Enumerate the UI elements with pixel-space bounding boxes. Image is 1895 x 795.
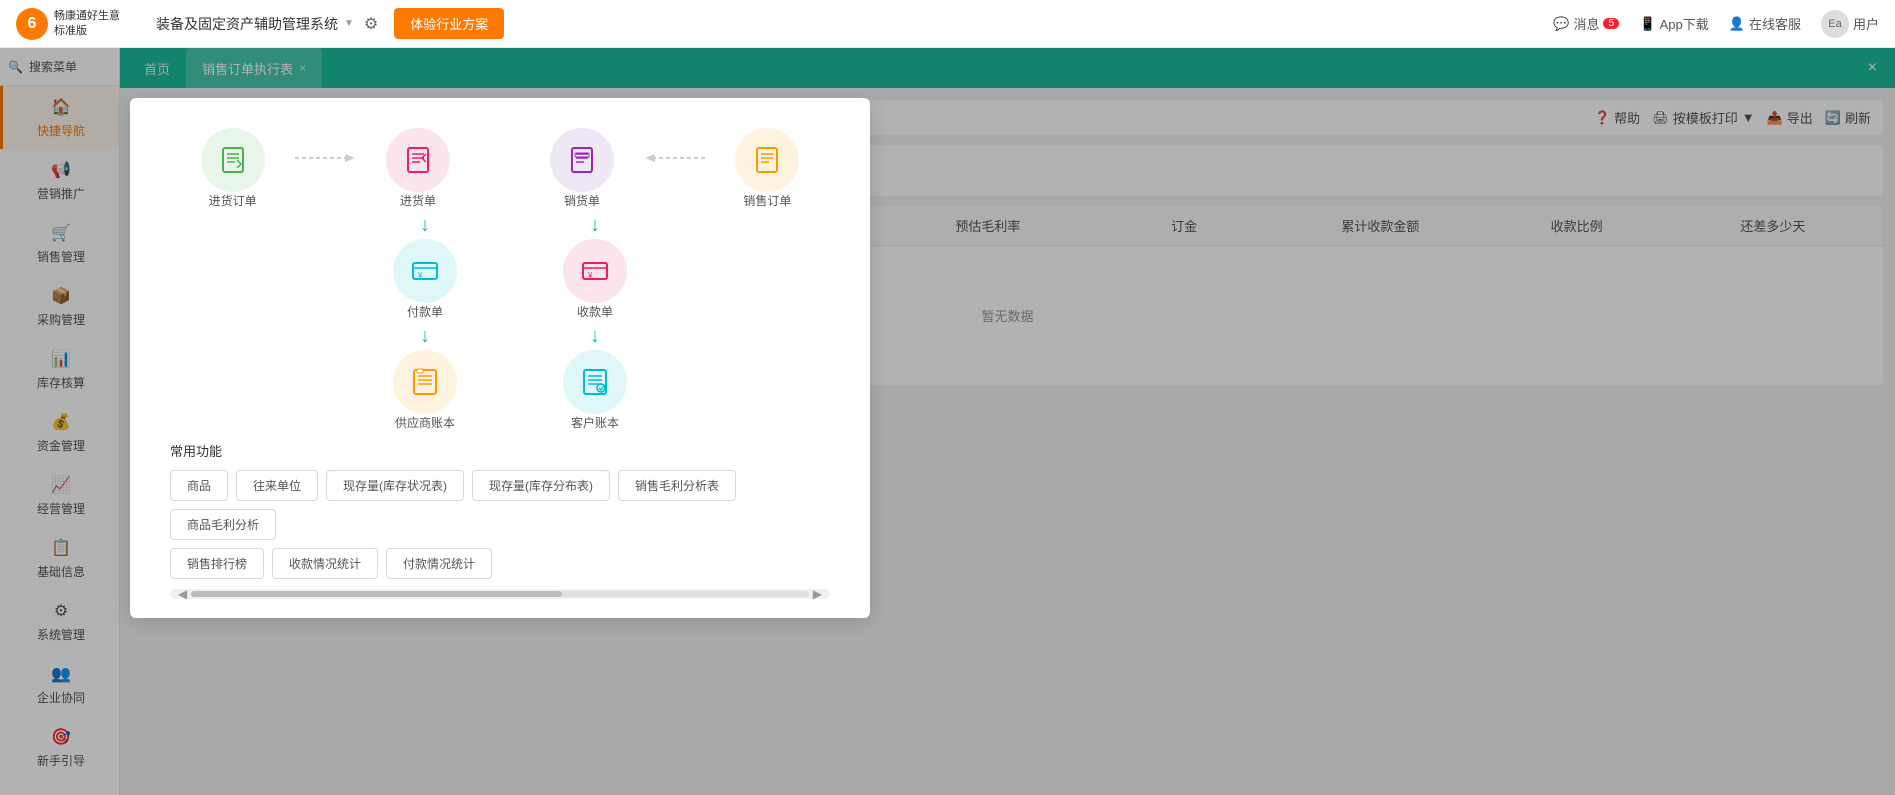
purchase-order-icon [217, 144, 249, 176]
flow-arrow-2 [645, 151, 705, 187]
system-title: 装备及固定资产辅助管理系统 ▼ [156, 14, 354, 34]
modal-scrollbar: ◀ ▶ [170, 589, 830, 599]
service-icon: 👤 [1729, 16, 1745, 32]
flow-node-payment: ↓ ¥ 付款单 [360, 215, 490, 320]
func-btn-product[interactable]: 商品 [170, 470, 228, 501]
supplier-account-circle [393, 350, 457, 414]
customer-account-label: 客户账本 [571, 414, 619, 431]
flow-row-2: ↓ ¥ 付款单 ↓ [170, 215, 830, 320]
scrollbar-track [191, 591, 809, 597]
flow-diagram: 进货订单 [170, 128, 830, 431]
logo-area: 6 畅康通好生意 标准版 [16, 8, 136, 40]
sales-icon [566, 144, 598, 176]
arrow-down-receipt: ↓ [590, 215, 600, 235]
scrollbar-thumb [191, 591, 562, 597]
arrow-down-customer: ↓ [590, 326, 600, 346]
common-functions-section: 常用功能 商品 往来单位 现存量(库存状况表) 现存量(库存分布表) 销售毛利分… [170, 441, 830, 579]
scrollbar-left-arrow[interactable]: ◀ [174, 587, 191, 601]
sales-order-icon [751, 144, 783, 176]
flow-node-sales: 销货单 [519, 128, 644, 209]
payment-circle: ¥ [393, 239, 457, 303]
sales-order-circle [735, 128, 799, 192]
try-button[interactable]: 体验行业方案 [394, 8, 504, 39]
purchase-icon [402, 144, 434, 176]
sales-label: 销货单 [564, 192, 600, 209]
top-bar: 6 畅康通好生意 标准版 装备及固定资产辅助管理系统 ▼ ⚙ 体验行业方案 💬 … [0, 0, 1895, 48]
purchase-order-label: 进货订单 [209, 192, 257, 209]
func-btn-payment-stats[interactable]: 付款情况统计 [386, 548, 492, 579]
payment-label: 付款单 [407, 303, 443, 320]
svg-text:¥: ¥ [417, 271, 423, 280]
func-buttons-row2: 销售排行榜 收款情况统计 付款情况统计 [170, 548, 830, 579]
modal-body: 进货订单 [130, 98, 870, 618]
svg-text:¥: ¥ [587, 271, 593, 280]
customer-account-circle [563, 350, 627, 414]
flow-node-customer-account: ↓ 客户账本 [530, 326, 660, 431]
func-btn-sales-margin[interactable]: 销售毛利分析表 [618, 470, 736, 501]
receipt-circle: ¥ [563, 239, 627, 303]
flow-node-receipt: ↓ ¥ 收款单 [530, 215, 660, 320]
func-btn-contacts[interactable]: 往来单位 [236, 470, 318, 501]
flow-node-supplier-account: ↓ 供应商账本 [360, 326, 490, 431]
flow-node-purchase-order: 进货订单 [170, 128, 295, 209]
modal-overlay[interactable]: 进货订单 [0, 48, 1895, 795]
message-icon: 💬 [1553, 16, 1569, 32]
message-button[interactable]: 💬 消息 5 [1553, 14, 1619, 33]
avatar: Ea [1821, 10, 1849, 38]
dropdown-arrow-icon[interactable]: ▼ [344, 18, 354, 29]
download-icon: 📱 [1639, 16, 1655, 32]
top-right-area: 💬 消息 5 📱 App下载 👤 在线客服 Ea 用户 [1553, 10, 1879, 38]
purchase-order-circle [201, 128, 265, 192]
modal-dialog: 进货订单 [130, 98, 870, 618]
purchase-label: 进货单 [400, 192, 436, 209]
func-btn-stock-status[interactable]: 现存量(库存状况表) [326, 470, 464, 501]
func-buttons-row1: 商品 往来单位 现存量(库存状况表) 现存量(库存分布表) 销售毛利分析表 商品… [170, 470, 830, 540]
sales-circle [550, 128, 614, 192]
app-download-button[interactable]: 📱 App下载 [1639, 14, 1708, 33]
online-service-button[interactable]: 👤 在线客服 [1729, 14, 1801, 33]
flow-row-1: 进货订单 [170, 128, 830, 209]
func-btn-sales-ranking[interactable]: 销售排行榜 [170, 548, 264, 579]
customer-account-icon [579, 366, 611, 398]
func-btn-stock-dist[interactable]: 现存量(库存分布表) [472, 470, 610, 501]
purchase-circle [386, 128, 450, 192]
user-area[interactable]: Ea 用户 [1821, 10, 1879, 38]
settings-icon[interactable]: ⚙ [364, 14, 378, 34]
arrow-down-supplier: ↓ [420, 326, 430, 346]
arrow-h2-icon [645, 151, 705, 165]
supplier-account-icon [409, 366, 441, 398]
receipt-icon: ¥ [579, 255, 611, 287]
scrollbar-right-arrow[interactable]: ▶ [809, 587, 826, 601]
flow-row-3: ↓ 供应商账本 [170, 326, 830, 431]
payment-icon: ¥ [409, 255, 441, 287]
flow-node-sales-order: 销售订单 [705, 128, 830, 209]
func-btn-receipt-stats[interactable]: 收款情况统计 [272, 548, 378, 579]
arrow-down-payment: ↓ [420, 215, 430, 235]
common-functions-title: 常用功能 [170, 441, 830, 460]
flow-node-purchase: 进货单 [355, 128, 480, 209]
func-btn-product-margin[interactable]: 商品毛利分析 [170, 509, 276, 540]
flow-arrow-1 [295, 151, 355, 187]
arrow-h1-icon [295, 151, 355, 165]
message-badge: 5 [1603, 18, 1619, 29]
logo-icon: 6 [16, 8, 48, 40]
sales-order-label: 销售订单 [743, 192, 791, 209]
supplier-account-label: 供应商账本 [395, 414, 455, 431]
receipt-label: 收款单 [577, 303, 613, 320]
logo-text: 畅康通好生意 标准版 [54, 9, 120, 38]
